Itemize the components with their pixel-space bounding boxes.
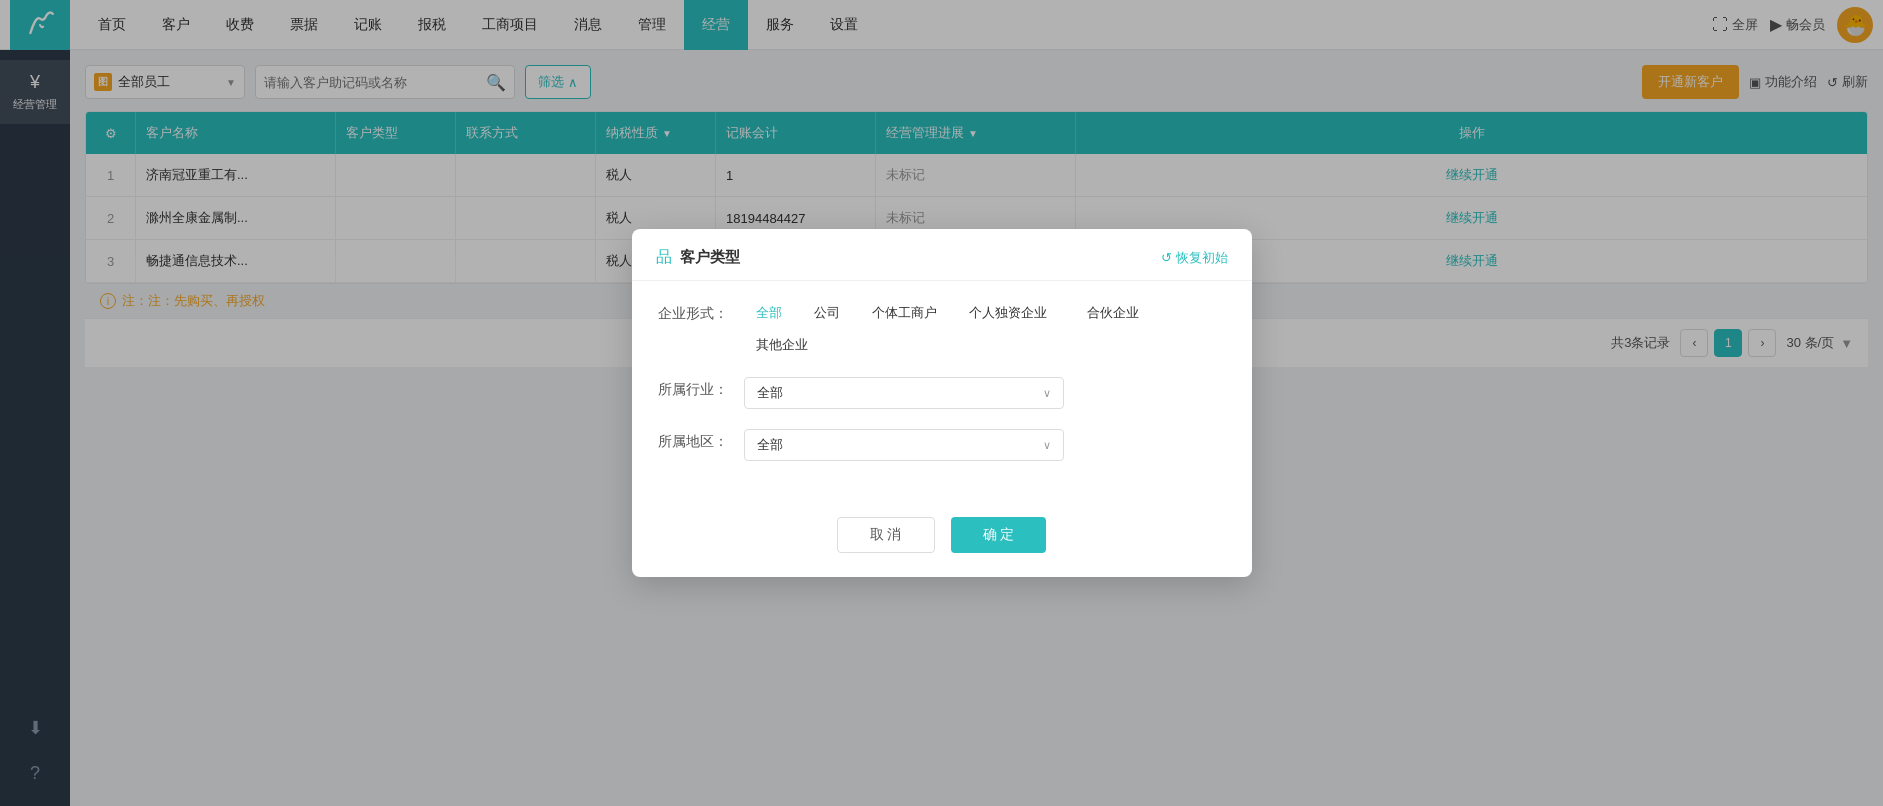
modal-body: 企业形式： 全部 公司 个体工商户 个人独资企业 合伙企业 其他企业 所属行业：… [632,281,1252,501]
filter-modal: 品 客户类型 ↺ 恢复初始 企业形式： 全部 公司 个体工商户 个人独资企业 合… [632,229,1252,577]
modal-overlay[interactable]: 品 客户类型 ↺ 恢复初始 企业形式： 全部 公司 个体工商户 个人独资企业 合… [0,0,1883,806]
industry-row: 所属行业： 全部 ∨ [656,377,1228,409]
confirm-button[interactable]: 确 定 [951,517,1047,553]
region-value: 全部 [757,436,783,454]
industry-value: 全部 [757,384,783,402]
modal-footer: 取 消 确 定 [632,501,1252,577]
option-partnership[interactable]: 合伙企业 [1075,301,1151,325]
region-row: 所属地区： 全部 ∨ [656,429,1228,461]
modal-header: 品 客户类型 ↺ 恢复初始 [632,229,1252,281]
restore-button[interactable]: ↺ 恢复初始 [1161,249,1228,267]
industry-chevron-icon: ∨ [1043,387,1051,400]
option-individual[interactable]: 个体工商户 [860,301,949,325]
option-sole-proprietorship[interactable]: 个人独资企业 [957,301,1059,325]
region-chevron-icon: ∨ [1043,439,1051,452]
enterprise-options: 全部 公司 个体工商户 个人独资企业 合伙企业 其他企业 [744,301,1228,357]
option-company[interactable]: 公司 [802,301,852,325]
option-all[interactable]: 全部 [744,301,794,325]
cancel-button[interactable]: 取 消 [837,517,935,553]
region-label: 所属地区： [656,429,728,451]
restore-icon: ↺ [1161,250,1172,265]
enterprise-form-row: 企业形式： 全部 公司 个体工商户 个人独资企业 合伙企业 其他企业 [656,301,1228,357]
industry-select[interactable]: 全部 ∨ [744,377,1064,409]
enterprise-form-label: 企业形式： [656,301,728,323]
option-other[interactable]: 其他企业 [744,333,820,357]
modal-title-icon: 品 [656,247,672,268]
industry-label: 所属行业： [656,377,728,399]
modal-title: 客户类型 [680,248,1161,267]
region-select[interactable]: 全部 ∨ [744,429,1064,461]
